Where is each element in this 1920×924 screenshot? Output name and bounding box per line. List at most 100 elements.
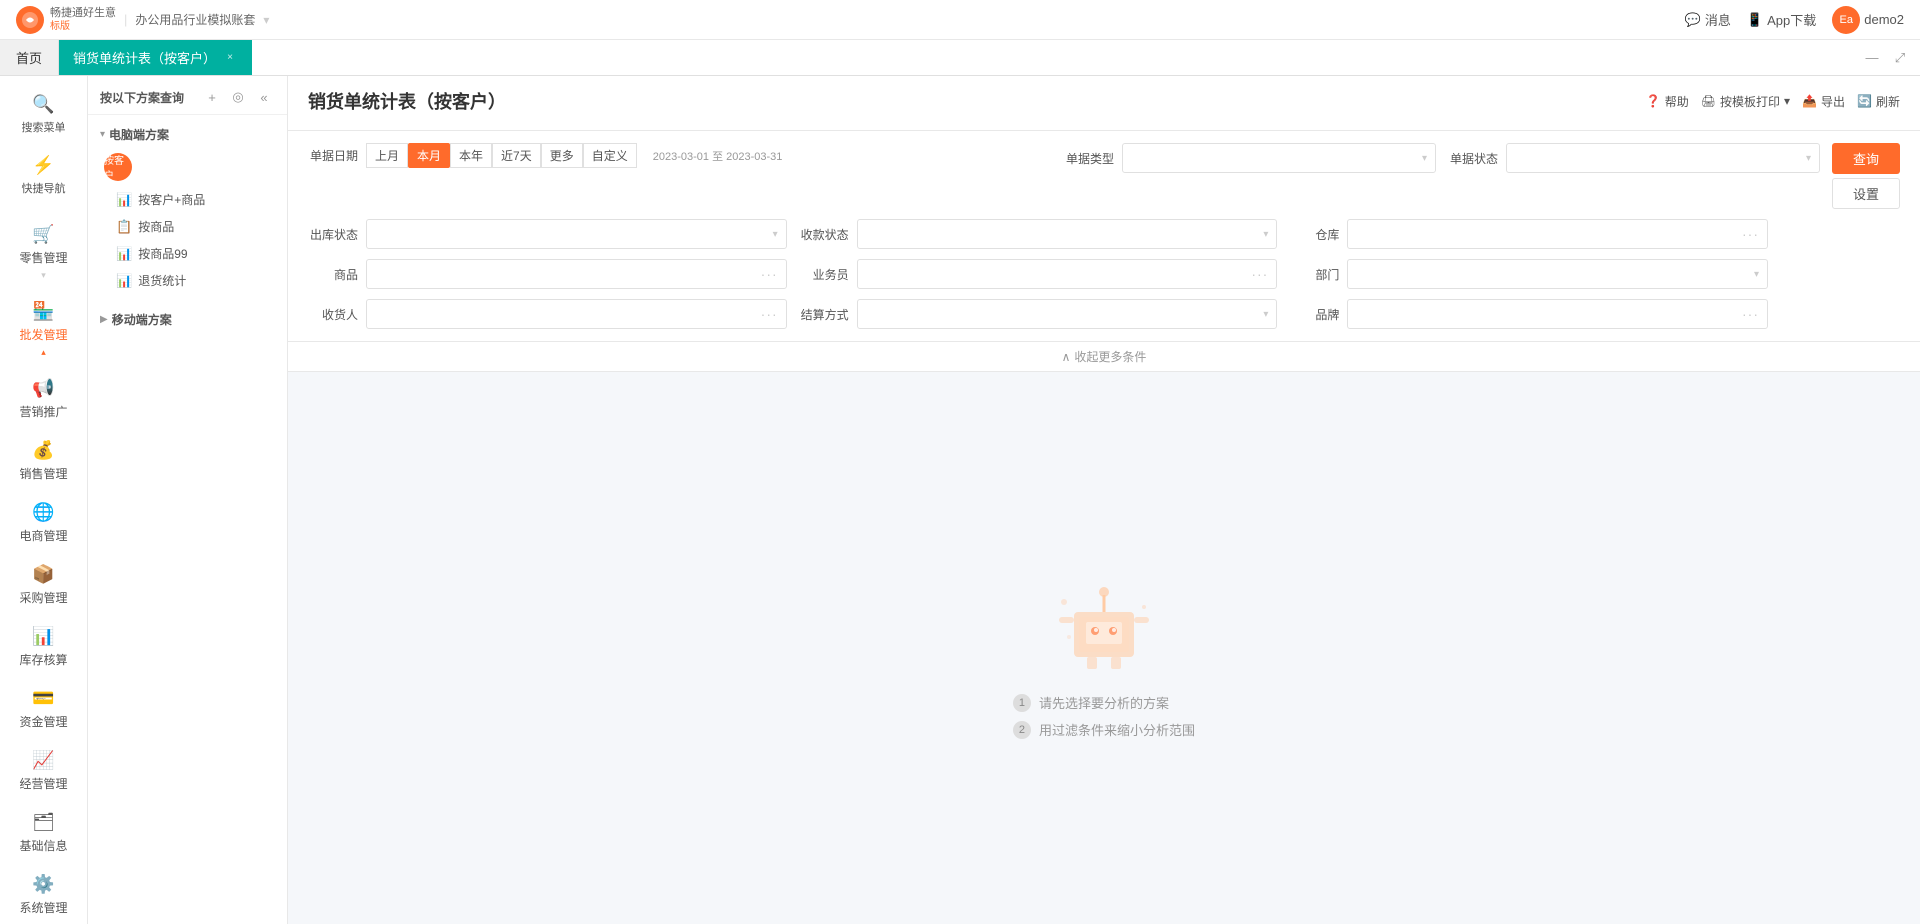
message-button[interactable]: 💬 消息	[1685, 10, 1731, 29]
tab-expand-button[interactable]: ⤢	[1888, 46, 1912, 70]
out-status-select[interactable]: ▾	[366, 219, 787, 249]
sidebar-item-sales[interactable]: 💰 销售管理	[0, 430, 87, 492]
scheme-item-by-customer-product[interactable]: 📊 按客户+商品	[88, 186, 287, 213]
doc-status-arrow-icon: ▾	[1806, 153, 1811, 164]
sidebar-item-marketing[interactable]: 📢 营销推广	[0, 368, 87, 430]
purchase-icon: 📦	[32, 564, 54, 585]
date-btn-thismonth[interactable]: 本月	[408, 143, 450, 168]
quicknav-icon: ⚡	[32, 155, 54, 176]
staff-label: 业务员	[799, 266, 849, 283]
mobile-scheme-group: ▶ 移动端方案	[88, 300, 287, 339]
tab-collapse-button[interactable]: —	[1860, 46, 1884, 70]
receiver-dots: ···	[761, 306, 778, 322]
date-btn-more[interactable]: 更多	[541, 143, 583, 168]
sidebar-item-search[interactable]: 🔍 搜索菜单	[0, 84, 87, 145]
product-label: 商品	[308, 266, 358, 283]
user-menu[interactable]: Ea demo2	[1832, 6, 1904, 34]
tab-close-icon[interactable]: ×	[222, 50, 238, 66]
inventory-icon: 📊	[32, 626, 54, 647]
scheme-item-by-product99[interactable]: 📊 按商品99	[88, 240, 287, 267]
breadcrumb-arrow-icon[interactable]: ▾	[263, 13, 269, 27]
receiver-label: 收货人	[308, 306, 358, 323]
refresh-button[interactable]: 🔄 刷新	[1857, 93, 1900, 110]
app-icon: 📱	[1747, 12, 1763, 28]
sidebar-item-purchase[interactable]: 📦 采购管理	[0, 554, 87, 616]
sidebar-item-finance[interactable]: 💳 资金管理	[0, 678, 87, 740]
staff-select[interactable]: ···	[857, 259, 1278, 289]
breadcrumb-title: 办公用品行业模拟账套	[135, 11, 255, 28]
scheme-item-return-stats[interactable]: 📊 退货统计	[88, 267, 287, 294]
sidebar-item-retail[interactable]: 🛒 零售管理 ▾	[0, 214, 87, 291]
retail-icon: 🛒	[32, 224, 54, 245]
tab-home[interactable]: 首页	[0, 40, 59, 75]
main-layout: 🔍 搜索菜单 ⚡ 快捷导航 🛒 零售管理 ▾ 🏪 批发管理 ▴ 📢 营销推广 💰…	[0, 76, 1920, 924]
sidebar-item-quicknav[interactable]: ⚡ 快捷导航	[0, 145, 87, 206]
brand-select[interactable]: ···	[1347, 299, 1768, 329]
mobile-group-header[interactable]: ▶ 移动端方案	[88, 306, 287, 333]
print-button[interactable]: 🖨 按模板打印 ▾	[1701, 93, 1790, 110]
desktop-scheme-group: ▾ 电脑端方案 按客户 📊 按客户+商品 📋 按商品	[88, 115, 287, 300]
scheme-settings-button[interactable]: ◎	[227, 86, 249, 108]
dept-arrow-icon: ▾	[1754, 269, 1759, 280]
hint-num-2: 2	[1013, 721, 1031, 739]
help-button[interactable]: ❓ 帮助	[1646, 93, 1689, 110]
top-bar-left: 畅捷通好生意 标版 | 办公用品行业模拟账套 ▾	[16, 6, 269, 34]
date-btn-last7days[interactable]: 近7天	[492, 143, 541, 168]
mobile-arrow-icon: ▶	[100, 314, 108, 325]
sidebar-item-wholesale[interactable]: 🏪 批发管理 ▴	[0, 291, 87, 368]
dept-select[interactable]: ▾	[1347, 259, 1768, 289]
export-button[interactable]: 📤 导出	[1802, 93, 1845, 110]
app-download-button[interactable]: 📱 App下载	[1747, 10, 1816, 29]
settlement-label: 结算方式	[799, 306, 849, 323]
logo-text: 畅捷通好生意 标版	[50, 6, 116, 33]
sidebar: 🔍 搜索菜单 ⚡ 快捷导航 🛒 零售管理 ▾ 🏪 批发管理 ▴ 📢 营销推广 💰…	[0, 76, 88, 924]
sidebar-item-basic[interactable]: 🗂 基础信息	[0, 802, 87, 864]
scheme-add-button[interactable]: +	[201, 86, 223, 108]
date-btn-thisyear[interactable]: 本年	[450, 143, 492, 168]
empty-robot-illustration	[1044, 557, 1164, 677]
message-icon: 💬	[1685, 12, 1701, 28]
operation-icon: 📈	[32, 750, 54, 771]
scheme-table-icon-2: 📊	[116, 246, 132, 262]
sidebar-item-operation[interactable]: 📈 经营管理	[0, 740, 87, 802]
tab-bar: 首页 销货单统计表（按客户） × — ⤢	[0, 40, 1920, 76]
wholesale-arrow-icon: ▴	[41, 347, 46, 358]
date-btn-lastmonth[interactable]: 上月	[366, 143, 408, 168]
tab-sales-stats[interactable]: 销货单统计表（按客户） ×	[59, 40, 252, 75]
empty-hint-2: 2 用过滤条件来缩小分析范围	[1013, 720, 1195, 739]
marketing-icon: 📢	[32, 378, 54, 399]
setting-button[interactable]: 设置	[1832, 178, 1900, 209]
desktop-group-header[interactable]: ▾ 电脑端方案	[88, 121, 287, 148]
top-bar-right: 💬 消息 📱 App下载 Ea demo2	[1685, 6, 1904, 34]
content-area: 按以下方案查询 + ◎ « ▾ 电脑端方案 按客户	[88, 76, 1920, 924]
product-select[interactable]: ···	[366, 259, 787, 289]
scheme-panel-actions: + ◎ «	[201, 86, 275, 108]
out-status-arrow-icon: ▾	[773, 229, 778, 240]
doc-type-select[interactable]: ▾	[1122, 143, 1436, 173]
date-range-text: 2023-03-01 至 2023-03-31	[653, 148, 783, 164]
scheme-item-by-customer[interactable]: 按客户	[88, 148, 287, 186]
receive-status-select[interactable]: ▾	[857, 219, 1278, 249]
receiver-select[interactable]: ···	[366, 299, 787, 329]
sidebar-item-ecommerce[interactable]: 🌐 电商管理	[0, 492, 87, 554]
warehouse-select[interactable]: ···	[1347, 219, 1768, 249]
breadcrumb-divider: |	[124, 12, 127, 27]
tab-bar-actions: — ⤢	[1860, 40, 1920, 75]
logo-icon	[16, 6, 44, 34]
query-button[interactable]: 查询	[1832, 143, 1900, 174]
collapse-bar[interactable]: ∧ 收起更多条件	[288, 342, 1920, 372]
scheme-table-icon-1: 📋	[116, 219, 132, 235]
scheme-collapse-button[interactable]: «	[253, 86, 275, 108]
settlement-select[interactable]: ▾	[857, 299, 1278, 329]
doc-status-select[interactable]: ▾	[1506, 143, 1820, 173]
sidebar-item-inventory[interactable]: 📊 库存核算	[0, 616, 87, 678]
print-arrow-icon: ▾	[1784, 94, 1790, 108]
sidebar-item-system[interactable]: ⚙️ 系统管理	[0, 864, 87, 924]
doc-type-label: 单据类型	[1064, 150, 1114, 167]
date-btn-custom[interactable]: 自定义	[583, 143, 637, 168]
receive-status-arrow-icon: ▾	[1263, 229, 1268, 240]
scheme-item-by-product[interactable]: 📋 按商品	[88, 213, 287, 240]
page-title: 销货单统计表（按客户）	[308, 88, 506, 114]
empty-state: 1 请先选择要分析的方案 2 用过滤条件来缩小分析范围	[1013, 557, 1195, 739]
hint-num-1: 1	[1013, 694, 1031, 712]
